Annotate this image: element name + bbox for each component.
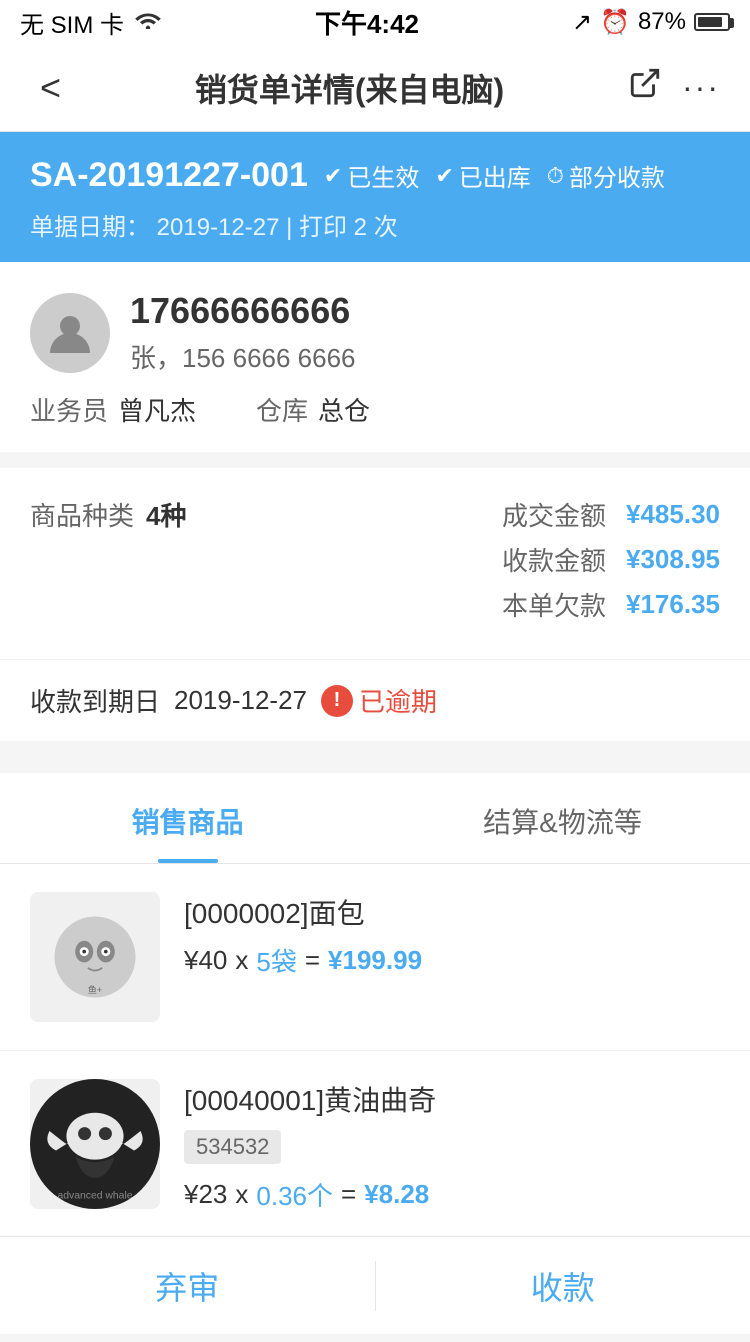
alarm-icon: ⏰ <box>600 8 630 37</box>
carrier-text: 无 SIM 卡 <box>20 5 124 40</box>
category-label: 商品种类 <box>30 496 134 533</box>
product-name-2: [00040001]黄油曲奇 <box>184 1079 720 1119</box>
customer-row: 17666666666 张，156 6666 6666 <box>30 290 720 375</box>
due-row: 本单欠款 ¥176.35 <box>502 586 720 623</box>
product-info-2: [00040001]黄油曲奇 534532 ¥23 x 0.36个 = ¥8.2… <box>184 1079 720 1213</box>
due-date-section: 收款到期日 2019-12-27 ! 已逾期 <box>0 659 750 741</box>
tab-settlement[interactable]: 结算&物流等 <box>375 773 750 863</box>
order-id: SA-20191227-001 <box>30 156 308 195</box>
status-partial: ⏱ 部分收款 <box>547 158 665 193</box>
meta-print-info: | 打印 2 次 <box>286 214 398 241</box>
price-eq-2: = <box>341 1179 356 1210</box>
location-icon: ↗ <box>572 8 592 37</box>
status-right: ↗ ⏰ 87% <box>572 8 730 37</box>
price-x-1: x <box>235 945 248 976</box>
header-order-row: SA-20191227-001 ✔ 已生效 ✔ 已出库 ⏱ 部分收款 <box>30 156 720 195</box>
status-effected-label: 已生效 <box>347 158 419 193</box>
cancel-review-button[interactable]: 弃审 <box>0 1243 375 1329</box>
salesperson-label: 业务员 <box>30 391 108 428</box>
price-x-2: x <box>235 1179 248 1210</box>
tabs-container: 销售商品 结算&物流等 <box>0 773 750 864</box>
overdue-icon: ! <box>321 685 353 717</box>
overdue-badge: ! 已逾期 <box>321 682 437 719</box>
price-total-1: ¥199.99 <box>328 945 422 976</box>
warehouse-label: 仓库 <box>256 391 308 428</box>
transaction-amount: ¥485.30 <box>626 499 720 530</box>
category-count: 4种 <box>146 496 186 533</box>
transaction-label: 成交金额 <box>502 496 606 533</box>
status-time: 下午4:42 <box>315 4 419 41</box>
status-effected: ✔ 已生效 <box>324 158 419 193</box>
tab-products[interactable]: 销售商品 <box>0 773 375 863</box>
customer-name: 张，156 6666 6666 <box>130 338 356 375</box>
meta-date-label: 单据日期： <box>30 214 150 241</box>
svg-text:鱼+: 鱼+ <box>88 984 102 995</box>
product-item-2: advanced whale [00040001]黄油曲奇 534532 ¥23… <box>0 1051 750 1242</box>
due-amount: ¥176.35 <box>626 589 720 620</box>
price-qty-1: 5袋 <box>256 942 296 979</box>
nav-actions: ··· <box>628 66 720 109</box>
warehouse-value: 总仓 <box>318 391 370 428</box>
nav-title: 销货单详情(来自电脑) <box>195 65 504 111</box>
svg-text:advanced whale: advanced whale <box>57 1191 132 1202</box>
price-unit-1: ¥40 <box>184 945 227 976</box>
product-price-2: ¥23 x 0.36个 = ¥8.28 <box>184 1176 720 1213</box>
status-left: 无 SIM 卡 <box>20 5 162 40</box>
share-icon[interactable] <box>628 66 662 109</box>
salesperson-value: 曾凡杰 <box>118 391 196 428</box>
customer-id: 17666666666 <box>130 290 356 332</box>
product-price-1: ¥40 x 5袋 = ¥199.99 <box>184 942 720 979</box>
price-unit-2: ¥23 <box>184 1179 227 1210</box>
receipt-label: 收款金额 <box>502 541 606 578</box>
back-button[interactable]: < <box>30 57 71 119</box>
nav-bar: < 销货单详情(来自电脑) ··· <box>0 44 750 132</box>
bottom-bar: 弃审 收款 <box>0 1236 750 1334</box>
salesperson-item: 业务员 曾凡杰 <box>30 391 196 428</box>
price-eq-1: = <box>305 945 320 976</box>
due-date-label: 收款到期日 <box>30 682 160 719</box>
header-banner: SA-20191227-001 ✔ 已生效 ✔ 已出库 ⏱ 部分收款 单据日期：… <box>0 132 750 262</box>
battery-icon <box>694 13 730 31</box>
customer-section: 17666666666 张，156 6666 6666 业务员 曾凡杰 仓库 总… <box>0 262 750 452</box>
product-thumb-1: 鱼+ <box>30 892 160 1022</box>
product-info-1: [0000002]面包 ¥40 x 5袋 = ¥199.99 <box>184 892 720 979</box>
wifi-icon <box>134 8 162 36</box>
more-icon[interactable]: ··· <box>682 69 720 106</box>
warehouse-item: 仓库 总仓 <box>256 391 370 428</box>
product-sku-2: 534532 <box>184 1130 281 1164</box>
overdue-text: 已逾期 <box>359 682 437 719</box>
customer-details: 业务员 曾凡杰 仓库 总仓 <box>30 391 720 428</box>
avatar <box>30 293 110 373</box>
status-bar: 无 SIM 卡 下午4:42 ↗ ⏰ 87% <box>0 0 750 44</box>
price-qty-2: 0.36个 <box>256 1176 333 1213</box>
divider-1 <box>0 452 750 468</box>
receipt-row: 收款金额 ¥308.95 <box>502 541 720 578</box>
receipt-amount: ¥308.95 <box>626 544 720 575</box>
product-name-1: [0000002]面包 <box>184 892 720 932</box>
transaction-row: 成交金额 ¥485.30 <box>502 496 720 533</box>
due-date-value: 2019-12-27 <box>174 685 307 716</box>
product-thumb-2: advanced whale <box>30 1079 160 1209</box>
divider-2 <box>0 741 750 757</box>
collect-payment-button[interactable]: 收款 <box>376 1243 750 1329</box>
status-shipped-label: 已出库 <box>459 158 531 193</box>
summary-section: 商品种类 4种 成交金额 ¥485.30 收款金额 ¥308.95 本单欠款 ¥… <box>0 468 750 659</box>
product-item-1: 鱼+ [0000002]面包 ¥40 x 5袋 = ¥199.99 <box>0 864 750 1051</box>
clock-icon: ⏱ <box>547 163 564 189</box>
battery-text: 87% <box>638 8 686 36</box>
check-icon-1: ✔ <box>324 163 342 189</box>
product-list: 鱼+ [0000002]面包 ¥40 x 5袋 = ¥199.99 <box>0 864 750 1242</box>
price-total-2: ¥8.28 <box>364 1179 429 1210</box>
header-meta: 单据日期： 2019-12-27 | 打印 2 次 <box>30 207 720 242</box>
summary-left: 商品种类 4种 <box>30 496 186 533</box>
status-partial-label: 部分收款 <box>569 158 665 193</box>
meta-date-value: 2019-12-27 <box>157 214 280 241</box>
check-icon-2: ✔ <box>435 163 453 189</box>
summary-right: 成交金额 ¥485.30 收款金额 ¥308.95 本单欠款 ¥176.35 <box>502 496 720 631</box>
due-label: 本单欠款 <box>502 586 606 623</box>
status-shipped: ✔ 已出库 <box>435 158 530 193</box>
